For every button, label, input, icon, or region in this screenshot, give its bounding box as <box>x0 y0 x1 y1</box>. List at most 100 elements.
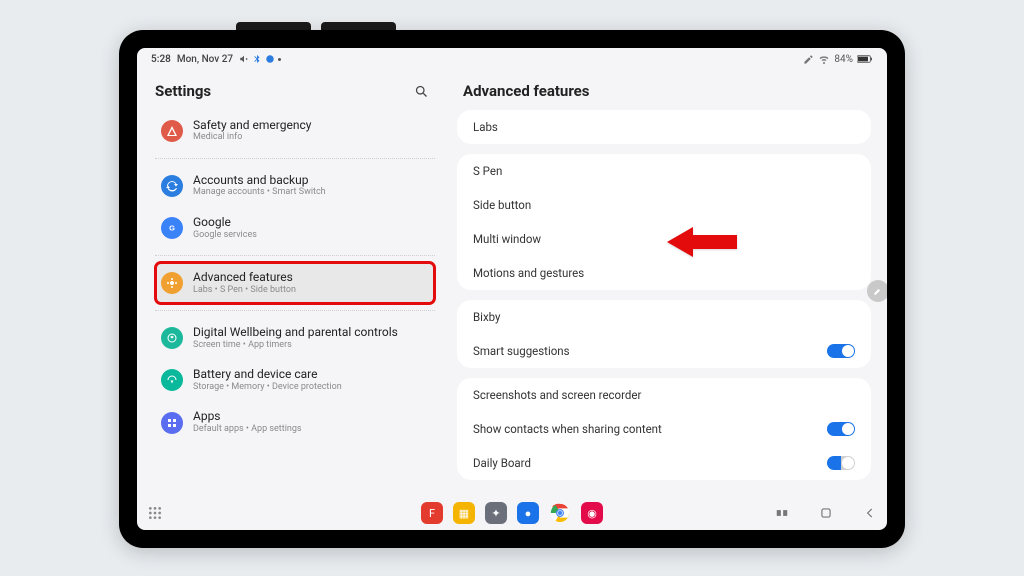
setting-row-label: Show contacts when sharing content <box>473 422 662 436</box>
sidebar-item-subtitle: Medical info <box>193 132 311 144</box>
bluetooth-icon <box>252 54 262 64</box>
setting-row-label: Side button <box>473 198 531 212</box>
sidebar-item-subtitle: Screen time • App timers <box>193 340 398 352</box>
sidebar-item-subtitle: Manage accounts • Smart Switch <box>193 187 326 199</box>
settings-sidebar: Settings Safety and emergencyMedical inf… <box>137 70 447 496</box>
sidebar-item-label: Digital Wellbeing and parental controls <box>193 325 398 339</box>
sidebar-item-text: Advanced featuresLabs • S Pen • Side but… <box>193 270 296 296</box>
setting-row-s-pen[interactable]: S Pen <box>457 154 871 188</box>
sidebar-item-text: AppsDefault apps • App settings <box>193 409 302 435</box>
settings-menu: Safety and emergencyMedical info Accounts… <box>155 110 435 444</box>
status-indicators-left <box>239 54 281 64</box>
content-area: Settings Safety and emergencyMedical inf… <box>137 70 887 496</box>
sidebar-item-icon: G <box>161 217 183 239</box>
sidebar-item-label: Accounts and backup <box>193 173 326 187</box>
app-indicator-icon <box>265 54 275 64</box>
setting-row-show-contacts-when-sharing-content[interactable]: Show contacts when sharing content <box>457 412 871 446</box>
sidebar-item-label: Advanced features <box>193 270 296 284</box>
search-icon[interactable] <box>414 84 429 99</box>
home-button[interactable] <box>819 506 833 520</box>
sidebar-item-digital-wellbeing-and-parental-controls[interactable]: Digital Wellbeing and parental controlsS… <box>155 317 435 359</box>
app-flipboard-icon[interactable]: F <box>421 502 443 524</box>
detail-title: Advanced features <box>457 78 871 110</box>
setting-row-label: Labs <box>473 120 498 134</box>
toggle-switch[interactable] <box>827 344 855 358</box>
recents-button[interactable] <box>775 506 789 520</box>
setting-row-motions-and-gestures[interactable]: Motions and gestures <box>457 256 871 290</box>
sidebar-item-accounts-and-backup[interactable]: Accounts and backupManage accounts • Sma… <box>155 165 435 207</box>
status-date: Mon, Nov 27 <box>177 54 233 65</box>
screen: 5:28 Mon, Nov 27 84% <box>137 48 887 530</box>
canvas: 5:28 Mon, Nov 27 84% <box>0 0 1024 576</box>
mute-icon <box>239 54 249 64</box>
more-indicator-dot <box>278 58 281 61</box>
sidebar-item-text: Accounts and backupManage accounts • Sma… <box>193 173 326 199</box>
toggle-switch[interactable] <box>827 422 855 436</box>
setting-row-label: Bixby <box>473 310 501 324</box>
callout-arrow <box>667 225 737 259</box>
sidebar-item-subtitle: Google services <box>193 230 257 242</box>
status-time: 5:28 <box>151 54 171 65</box>
edge-panel-handle[interactable] <box>867 280 887 302</box>
sidebar-item-subtitle: Default apps • App settings <box>193 424 302 436</box>
setting-row-bixby[interactable]: Bixby <box>457 300 871 334</box>
setting-row-label: Smart suggestions <box>473 344 570 358</box>
sidebar-item-label: Google <box>193 215 257 229</box>
sidebar-item-text: Digital Wellbeing and parental controlsS… <box>193 325 398 351</box>
sidebar-item-icon <box>161 369 183 391</box>
setting-row-side-button[interactable]: Side button <box>457 188 871 222</box>
menu-divider <box>155 158 435 159</box>
battery-icon <box>857 54 873 64</box>
status-indicators-right: 84% <box>803 53 873 65</box>
pen-icon <box>803 54 814 65</box>
all-apps-icon[interactable] <box>147 505 163 521</box>
sidebar-item-text: GoogleGoogle services <box>193 215 257 241</box>
app-discord-icon[interactable]: ✦ <box>485 502 507 524</box>
setting-row-multi-window[interactable]: Multi window <box>457 222 871 256</box>
taskbar-apps: F ▦ ✦ ● ◉ <box>421 502 603 524</box>
sidebar-item-icon <box>161 327 183 349</box>
sidebar-item-apps[interactable]: AppsDefault apps • App settings <box>155 401 435 443</box>
nav-keys <box>775 506 877 520</box>
setting-row-screenshots-and-screen-recorder[interactable]: Screenshots and screen recorder <box>457 378 871 412</box>
sidebar-item-battery-and-device-care[interactable]: Battery and device careStorage • Memory … <box>155 359 435 401</box>
sidebar-item-google[interactable]: G GoogleGoogle services <box>155 207 435 249</box>
tablet-frame: 5:28 Mon, Nov 27 84% <box>119 30 905 548</box>
setting-row-label: Motions and gestures <box>473 266 584 280</box>
sidebar-item-label: Safety and emergency <box>193 118 311 132</box>
setting-row-label: Daily Board <box>473 456 531 470</box>
sidebar-item-advanced-features[interactable]: Advanced featuresLabs • S Pen • Side but… <box>155 262 435 304</box>
settings-card: Bixby Smart suggestions <box>457 300 871 368</box>
sidebar-item-safety-and-emergency[interactable]: Safety and emergencyMedical info <box>155 110 435 152</box>
sidebar-item-text: Safety and emergencyMedical info <box>193 118 311 144</box>
sidebar-item-label: Battery and device care <box>193 367 342 381</box>
sidebar-item-label: Apps <box>193 409 302 423</box>
setting-row-smart-suggestions[interactable]: Smart suggestions <box>457 334 871 368</box>
sidebar-item-subtitle: Labs • S Pen • Side button <box>193 285 296 297</box>
taskbar: F ▦ ✦ ● ◉ <box>137 496 887 530</box>
sidebar-item-text: Battery and device careStorage • Memory … <box>193 367 342 393</box>
setting-row-label: Screenshots and screen recorder <box>473 388 641 402</box>
settings-title: Settings <box>155 82 211 100</box>
setting-row-daily-board[interactable]: Daily Board <box>457 446 871 480</box>
setting-row-label: S Pen <box>473 164 502 178</box>
wifi-icon <box>818 53 830 65</box>
app-camera-icon[interactable]: ◉ <box>581 502 603 524</box>
toggle-switch[interactable] <box>827 456 855 470</box>
setting-row-labs[interactable]: Labs <box>457 110 871 144</box>
menu-divider <box>155 255 435 256</box>
svg-text:G: G <box>169 224 175 233</box>
setting-row-label: Multi window <box>473 232 541 246</box>
settings-card: Labs <box>457 110 871 144</box>
settings-card: Screenshots and screen recorder Show cont… <box>457 378 871 480</box>
back-button[interactable] <box>863 506 877 520</box>
app-messages-icon[interactable]: ● <box>517 502 539 524</box>
settings-header: Settings <box>155 78 435 110</box>
app-files-icon[interactable]: ▦ <box>453 502 475 524</box>
app-chrome-icon[interactable] <box>549 502 571 524</box>
sidebar-item-subtitle: Storage • Memory • Device protection <box>193 382 342 394</box>
status-bar: 5:28 Mon, Nov 27 84% <box>137 48 887 70</box>
battery-percent: 84% <box>834 54 853 65</box>
sidebar-item-icon <box>161 412 183 434</box>
sidebar-item-icon <box>161 120 183 142</box>
